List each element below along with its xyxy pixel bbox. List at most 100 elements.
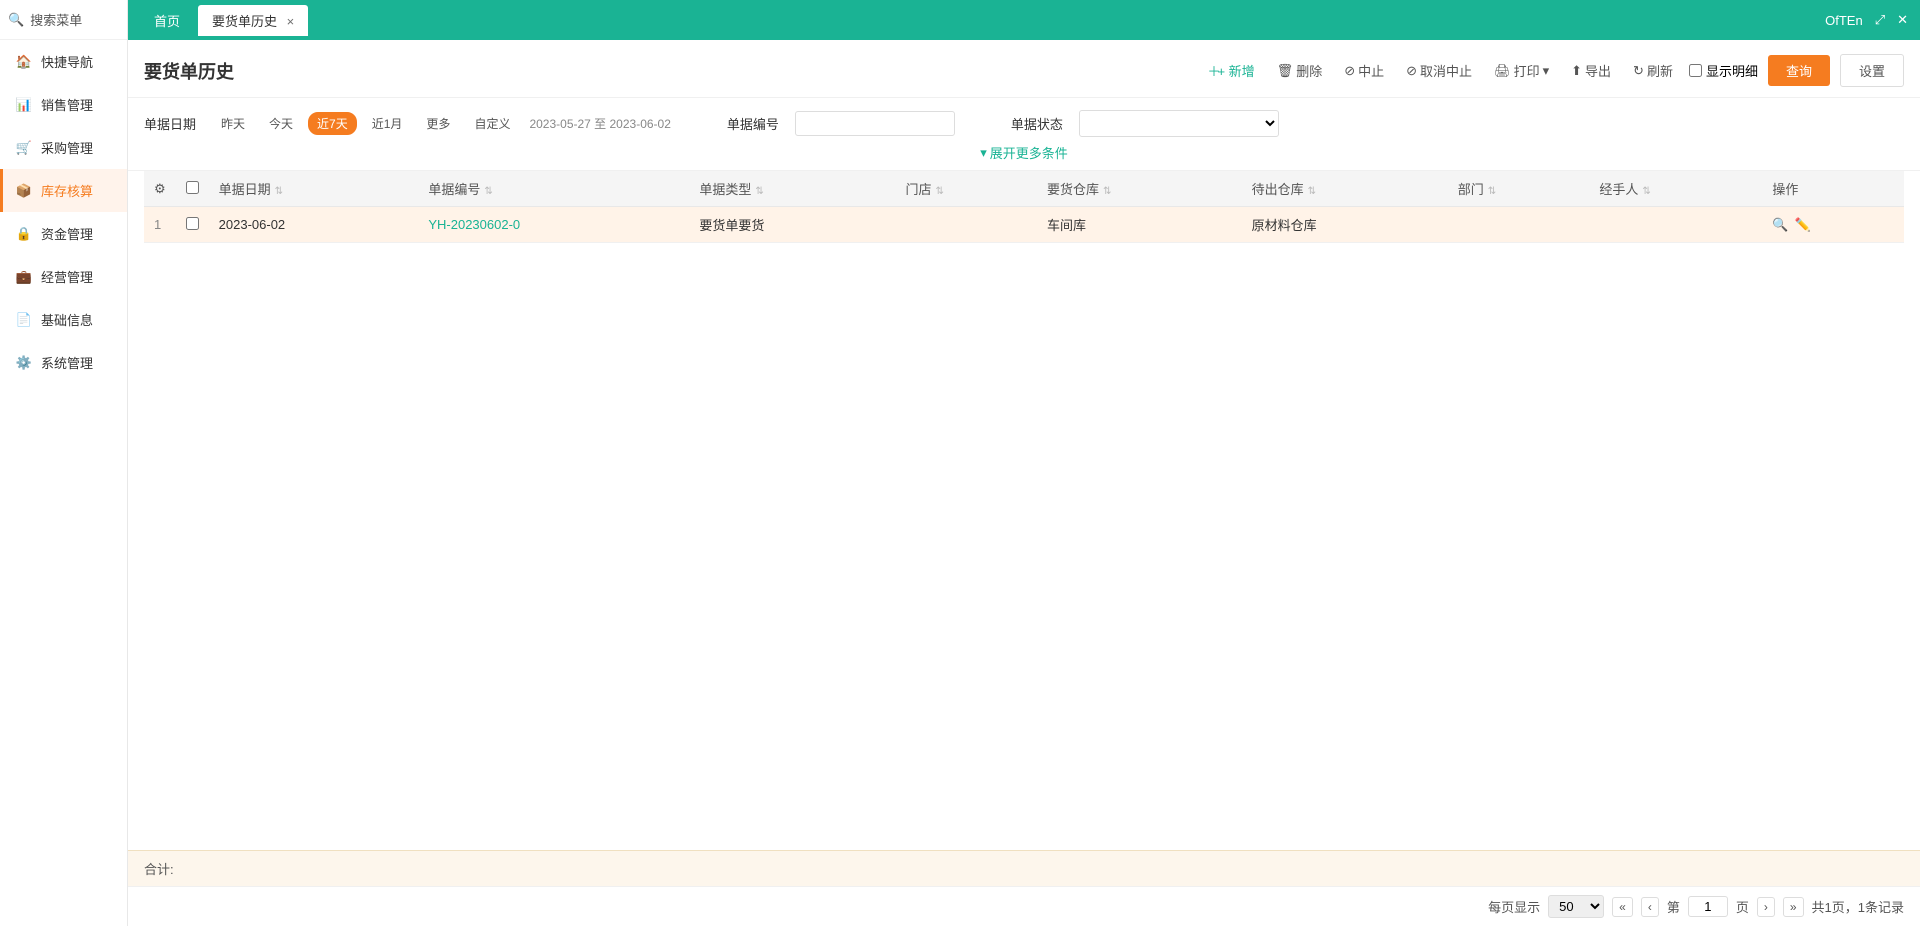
sidebar-search[interactable]: 🔍 搜索菜单	[0, 0, 127, 40]
cell-doc-type: 要货单要货	[689, 207, 895, 243]
sort-icon-req-warehouse[interactable]: ⇅	[1103, 186, 1111, 197]
expand-icon: ▾	[980, 145, 987, 161]
pagination: 每页显示 50 20 100 « ‹ 第 页 › » 共1页，1条记录	[128, 886, 1920, 926]
sort-icon-store[interactable]: ⇅	[935, 186, 943, 197]
stop-icon: ⊘	[1344, 63, 1355, 79]
doc-no-link[interactable]: YH-20230602-0	[428, 217, 520, 232]
sidebar-item-sales[interactable]: 📊 销售管理	[0, 83, 127, 126]
cart-icon: 🛒	[15, 139, 33, 157]
date-btn-yesterday[interactable]: 昨天	[212, 112, 254, 135]
gear-icon: ⚙️	[15, 354, 33, 372]
doc-no-input[interactable]	[795, 111, 955, 136]
export-icon: ⬆	[1571, 63, 1582, 79]
select-all-checkbox[interactable]	[186, 181, 199, 194]
sort-icon-department[interactable]: ⇅	[1488, 186, 1496, 197]
refresh-button[interactable]: ↻ 刷新	[1627, 57, 1679, 84]
date-buttons: 昨天 今天 近7天 近1月 更多 自定义 2023-05-27 至 2023-0…	[212, 112, 671, 135]
display-detail-checkbox-label[interactable]: 显示明细	[1689, 61, 1758, 80]
chart-icon: 📊	[15, 96, 33, 114]
date-range-display: 2023-05-27 至 2023-06-02	[529, 115, 670, 132]
main-area: 首页 要货单历史 × OfTEn ⤢ ✕ 要货单历史 ＋ + 新增 🗑 删除	[128, 0, 1920, 926]
print-icon: 🖨	[1494, 63, 1511, 79]
sort-icon-doc-no[interactable]: ⇅	[484, 186, 492, 197]
sidebar-item-label: 基础信息	[41, 310, 93, 329]
cell-doc-date: 2023-06-02	[209, 207, 419, 243]
settings-button[interactable]: 设置	[1840, 54, 1904, 87]
doc-icon: 📄	[15, 311, 33, 329]
sidebar-search-label: 搜索菜单	[30, 10, 82, 29]
page-number-input[interactable]	[1688, 896, 1728, 917]
doc-date-label: 单据日期	[144, 114, 196, 133]
sidebar-item-operation[interactable]: 💼 经营管理	[0, 255, 127, 298]
col-checkbox[interactable]	[176, 171, 209, 207]
sidebar-item-label: 经营管理	[41, 267, 93, 286]
sort-icon-handler[interactable]: ⇅	[1642, 186, 1650, 197]
per-page-select[interactable]: 50 20 100	[1548, 895, 1604, 918]
export-button[interactable]: ⬆ 导出	[1565, 57, 1617, 84]
delete-icon: 🗑	[1277, 63, 1294, 79]
prev-page-button[interactable]: ‹	[1641, 897, 1659, 917]
table-row[interactable]: 1 2023-06-02 YH-20230602-0 要货单要货 车间库 原材料…	[144, 207, 1904, 243]
date-btn-last7days[interactable]: 近7天	[308, 112, 357, 135]
page-suffix: 页	[1736, 897, 1749, 916]
per-page-label: 每页显示	[1488, 897, 1540, 916]
new-button[interactable]: ＋ + 新增	[1201, 57, 1260, 84]
sidebar-item-finance[interactable]: 🔒 资金管理	[0, 212, 127, 255]
sidebar-item-quick-nav[interactable]: 🏠 快捷导航	[0, 40, 127, 83]
action-view-icon[interactable]: 🔍	[1772, 217, 1788, 233]
status-label: 单据状态	[1011, 114, 1063, 133]
sort-icon-doc-date[interactable]: ⇅	[275, 186, 283, 197]
col-store: 门店⇅	[895, 171, 1037, 207]
total-info: 共1页，1条记录	[1812, 897, 1904, 916]
date-btn-last1month[interactable]: 近1月	[363, 112, 412, 135]
cell-checkbox[interactable]	[176, 207, 209, 243]
maximize-icon[interactable]: ⤢	[1875, 12, 1885, 28]
cell-handler	[1589, 207, 1762, 243]
sidebar-item-label: 库存核算	[41, 181, 93, 200]
col-pending-warehouse: 待出仓库⇅	[1242, 171, 1448, 207]
expand-conditions-button[interactable]: ▾ 展开更多条件	[980, 143, 1068, 162]
footer-total: 合计:	[128, 850, 1920, 886]
sidebar-item-label: 资金管理	[41, 224, 93, 243]
tab-close-icon[interactable]: ×	[287, 14, 295, 29]
cancel-stop-button[interactable]: ⊘ 取消中止	[1400, 57, 1478, 84]
stop-button[interactable]: ⊘ 中止	[1338, 57, 1390, 84]
col-action: 操作	[1762, 171, 1904, 207]
tab-home[interactable]: 首页	[140, 5, 194, 36]
first-page-button[interactable]: «	[1612, 897, 1633, 917]
toolbar: ＋ + 新增 🗑 删除 ⊘ 中止 ⊘ 取消中止 🖨 打印	[1201, 54, 1904, 87]
data-table: ⚙ 单据日期⇅ 单据编号⇅ 单据类型⇅ 门店⇅ 要货仓库⇅ 待出仓库⇅ 部门⇅ …	[144, 171, 1904, 243]
sidebar-item-inventory[interactable]: 📦 库存核算	[0, 169, 127, 212]
sidebar-item-system[interactable]: ⚙️ 系统管理	[0, 341, 127, 384]
sidebar-item-basic[interactable]: 📄 基础信息	[0, 298, 127, 341]
col-settings[interactable]: ⚙	[144, 171, 176, 207]
delete-button[interactable]: 🗑 删除	[1271, 57, 1329, 84]
cell-department	[1448, 207, 1590, 243]
col-department: 部门⇅	[1448, 171, 1590, 207]
cell-req-warehouse: 车间库	[1037, 207, 1242, 243]
table-body: 1 2023-06-02 YH-20230602-0 要货单要货 车间库 原材料…	[144, 207, 1904, 243]
often-label: OfTEn	[1825, 13, 1863, 28]
tab-order-history[interactable]: 要货单历史 ×	[198, 5, 308, 36]
query-button[interactable]: 查询	[1768, 55, 1830, 86]
sidebar-item-purchase[interactable]: 🛒 采购管理	[0, 126, 127, 169]
next-page-button[interactable]: ›	[1757, 897, 1775, 917]
close-window-icon[interactable]: ✕	[1897, 12, 1908, 28]
col-doc-type: 单据类型⇅	[689, 171, 895, 207]
total-label: 合计:	[144, 862, 174, 877]
date-btn-today[interactable]: 今天	[260, 112, 302, 135]
sort-icon-pending-warehouse[interactable]: ⇅	[1308, 186, 1316, 197]
page-title: 要货单历史	[144, 58, 234, 84]
print-button[interactable]: 🖨 打印 ▾	[1488, 57, 1555, 84]
sort-icon-doc-type[interactable]: ⇅	[755, 186, 763, 197]
cell-num: 1	[144, 207, 176, 243]
display-detail-checkbox[interactable]	[1689, 64, 1702, 77]
table-area: ⚙ 单据日期⇅ 单据编号⇅ 单据类型⇅ 门店⇅ 要货仓库⇅ 待出仓库⇅ 部门⇅ …	[128, 171, 1920, 850]
date-btn-custom[interactable]: 自定义	[465, 112, 519, 135]
action-edit-icon[interactable]: ✏️	[1795, 217, 1811, 233]
date-btn-more[interactable]: 更多	[417, 112, 459, 135]
topbar-right: OfTEn ⤢ ✕	[1825, 12, 1908, 28]
status-select[interactable]	[1079, 110, 1279, 137]
expand-row: ▾ 展开更多条件	[144, 143, 1904, 162]
last-page-button[interactable]: »	[1783, 897, 1804, 917]
